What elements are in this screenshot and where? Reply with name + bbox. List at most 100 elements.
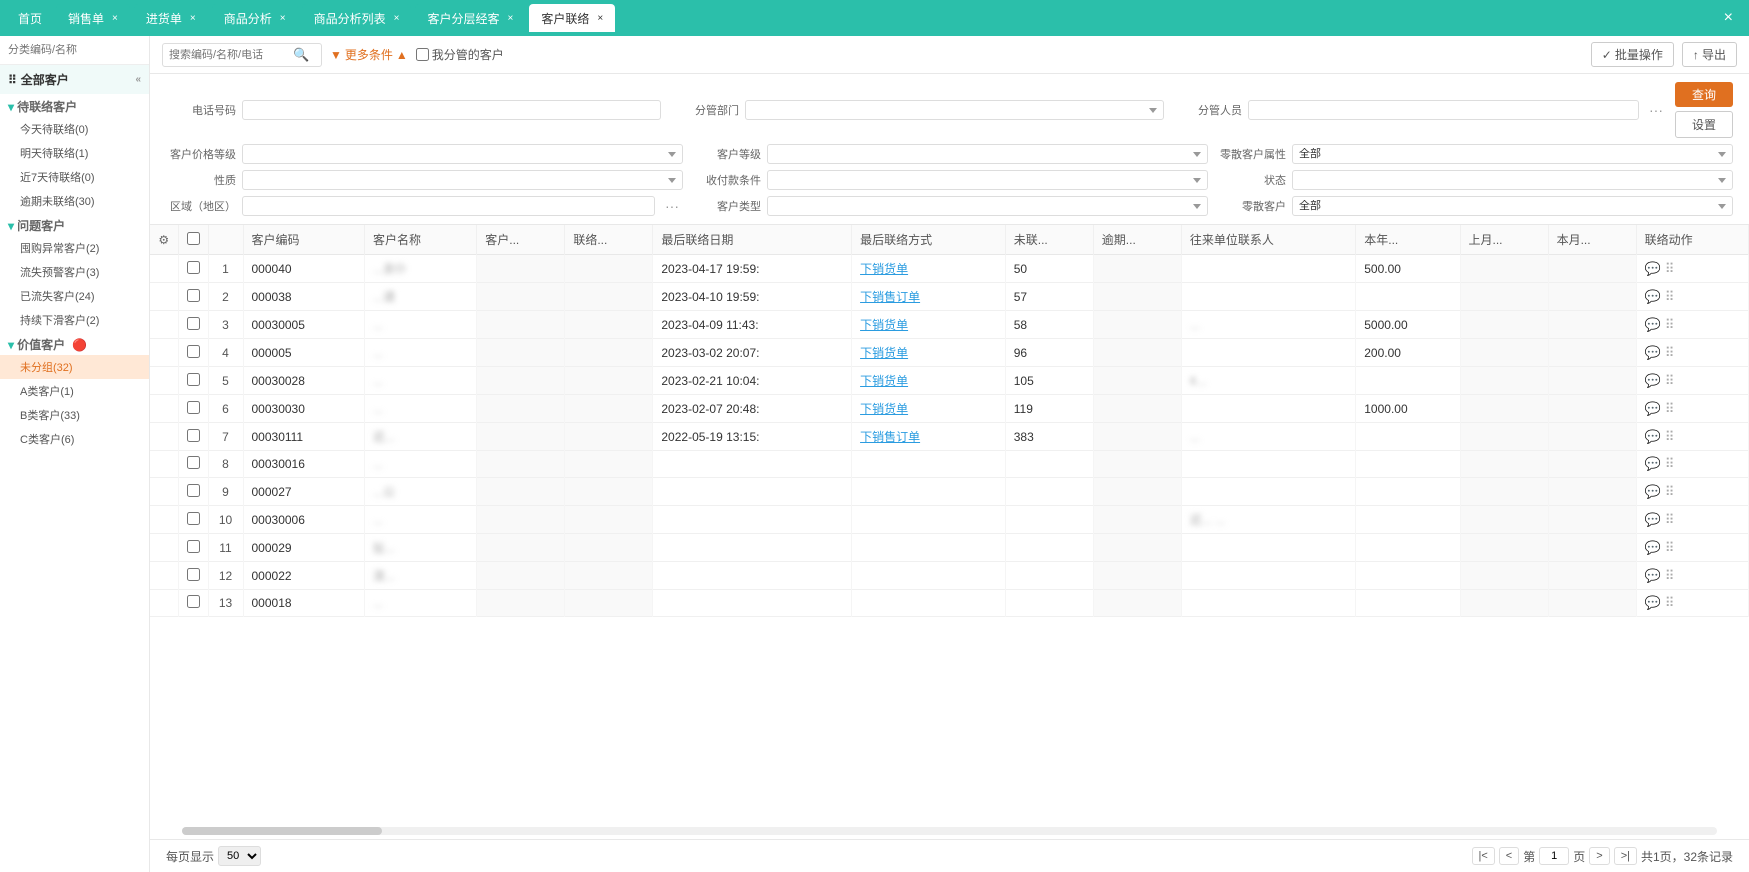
row-checkbox[interactable] [187, 401, 200, 414]
row-checkbox[interactable] [187, 484, 200, 497]
sidebar-item-b-class[interactable]: B类客户(33) [0, 403, 149, 427]
tab-purchase[interactable]: 进货单 × [134, 4, 208, 32]
per-page-select[interactable]: 50 [218, 846, 261, 866]
sidebar-item-tomorrow[interactable]: 明天待联络(1) [0, 141, 149, 165]
grid-action-icon[interactable]: ⠿ [1665, 540, 1675, 556]
row-checkbox[interactable] [187, 456, 200, 469]
sidebar-item-a-class[interactable]: A类客户(1) [0, 379, 149, 403]
sidebar-item-warning[interactable]: 流失预警客户(3) [0, 260, 149, 284]
all-customers-header[interactable]: ⠿ 全部客户 « [0, 65, 149, 94]
prev-page-btn[interactable]: < [1499, 847, 1519, 865]
region-more-icon[interactable]: ··· [661, 198, 683, 214]
message-icon[interactable]: 💬 [1645, 595, 1661, 611]
tab-product-analysis[interactable]: 商品分析 × [212, 4, 298, 32]
dept-label: 分管部门 [669, 102, 739, 118]
message-icon[interactable]: 💬 [1645, 345, 1661, 361]
retail-attr-select[interactable]: 全部 [1292, 144, 1733, 164]
query-btn[interactable]: 查询 [1675, 82, 1733, 107]
sidebar-item-declining[interactable]: 持续下滑客户(2) [0, 308, 149, 332]
sidebar-item-ungrouped[interactable]: 未分组(32) [0, 355, 149, 379]
grid-action-icon[interactable]: ⠿ [1665, 373, 1675, 389]
message-icon[interactable]: 💬 [1645, 484, 1661, 500]
close-sales-tab[interactable]: × [112, 13, 118, 24]
message-icon[interactable]: 💬 [1645, 568, 1661, 584]
close-customer-segment-tab[interactable]: × [507, 13, 513, 24]
row-checkbox[interactable] [187, 317, 200, 330]
reset-btn[interactable]: 设置 [1675, 111, 1733, 138]
my-customers-checkbox[interactable] [416, 48, 429, 61]
message-icon[interactable]: 💬 [1645, 456, 1661, 472]
close-product-analysis-tab[interactable]: × [280, 13, 286, 24]
grid-action-icon[interactable]: ⠿ [1665, 401, 1675, 417]
filter-more-btn[interactable]: ▼ 更多条件 ▲ [330, 46, 408, 63]
row-checkbox[interactable] [187, 595, 200, 608]
home-tab[interactable]: 首页 [8, 10, 52, 27]
message-icon[interactable]: 💬 [1645, 289, 1661, 305]
row-checkbox[interactable] [187, 512, 200, 525]
row-checkbox[interactable] [187, 261, 200, 274]
row-checkbox[interactable] [187, 345, 200, 358]
customer-type-select[interactable] [767, 196, 1208, 216]
export-btn[interactable]: ↑ 导出 [1682, 42, 1737, 67]
sidebar-item-lost[interactable]: 已流失客户(24) [0, 284, 149, 308]
message-icon[interactable]: 💬 [1645, 261, 1661, 277]
region-input[interactable] [242, 196, 655, 216]
tab-sales[interactable]: 销售单 × [56, 4, 130, 32]
row-checkbox[interactable] [187, 429, 200, 442]
check-all[interactable] [187, 232, 200, 245]
sidebar-item-abnormal[interactable]: 囤购异常客户(2) [0, 236, 149, 260]
sidebar-collapse-icon[interactable]: « [135, 74, 141, 85]
retail-customer-select[interactable]: 全部 [1292, 196, 1733, 216]
grid-action-icon[interactable]: ⠿ [1665, 512, 1675, 528]
row-checkbox[interactable] [187, 373, 200, 386]
message-icon[interactable]: 💬 [1645, 429, 1661, 445]
grid-action-icon[interactable]: ⠿ [1665, 484, 1675, 500]
message-icon[interactable]: 💬 [1645, 512, 1661, 528]
last-page-btn[interactable]: >| [1614, 847, 1637, 865]
person-more-icon[interactable]: ··· [1645, 102, 1667, 118]
gender-select[interactable] [242, 170, 683, 190]
grid-action-icon[interactable]: ⠿ [1665, 568, 1675, 584]
row-checkbox[interactable] [187, 568, 200, 581]
page-input[interactable] [1539, 847, 1569, 865]
grid-action-icon[interactable]: ⠿ [1665, 289, 1675, 305]
payment-select[interactable] [767, 170, 1208, 190]
sidebar-item-today[interactable]: 今天待联络(0) [0, 117, 149, 141]
grid-action-icon[interactable]: ⠿ [1665, 345, 1675, 361]
price-level-select[interactable] [242, 144, 683, 164]
grid-action-icon[interactable]: ⠿ [1665, 261, 1675, 277]
close-purchase-tab[interactable]: × [190, 13, 196, 24]
row-checkbox[interactable] [187, 540, 200, 553]
tab-customer-contact[interactable]: 客户联络 × [529, 4, 615, 32]
sidebar-search-input[interactable] [8, 44, 150, 56]
first-page-btn[interactable]: |< [1472, 847, 1495, 865]
tab-customer-segment[interactable]: 客户分层经客 × [415, 4, 525, 32]
sidebar-item-overdue[interactable]: 逾期未联络(30) [0, 189, 149, 213]
sidebar-item-c-class[interactable]: C类客户(6) [0, 427, 149, 451]
phone-input[interactable] [242, 100, 661, 120]
grid-action-icon[interactable]: ⠿ [1665, 317, 1675, 333]
message-icon[interactable]: 💬 [1645, 373, 1661, 389]
grid-action-icon[interactable]: ⠿ [1665, 595, 1675, 611]
sidebar-item-7days[interactable]: 近7天待联络(0) [0, 165, 149, 189]
settings-col[interactable]: ⚙ [150, 225, 178, 255]
batch-btn[interactable]: ✓ 批量操作 [1591, 42, 1674, 67]
close-customer-contact-tab[interactable]: × [597, 13, 603, 24]
customer-level-select[interactable] [767, 144, 1208, 164]
dept-select[interactable] [745, 100, 1164, 120]
window-close[interactable]: × [1716, 9, 1741, 26]
next-page-btn[interactable]: > [1589, 847, 1609, 865]
message-icon[interactable]: 💬 [1645, 317, 1661, 333]
row-checkbox[interactable] [187, 289, 200, 302]
status-select[interactable] [1292, 170, 1733, 190]
tab-product-list[interactable]: 商品分析列表 × [302, 4, 412, 32]
message-icon[interactable]: 💬 [1645, 540, 1661, 556]
grid-action-icon[interactable]: ⠿ [1665, 429, 1675, 445]
filter-search-input[interactable] [169, 49, 289, 61]
filter-search-icon[interactable]: 🔍 [293, 47, 309, 63]
horizontal-scrollbar[interactable] [150, 823, 1749, 839]
close-product-list-tab[interactable]: × [394, 13, 400, 24]
message-icon[interactable]: 💬 [1645, 401, 1661, 417]
person-input[interactable] [1248, 100, 1639, 120]
grid-action-icon[interactable]: ⠿ [1665, 456, 1675, 472]
